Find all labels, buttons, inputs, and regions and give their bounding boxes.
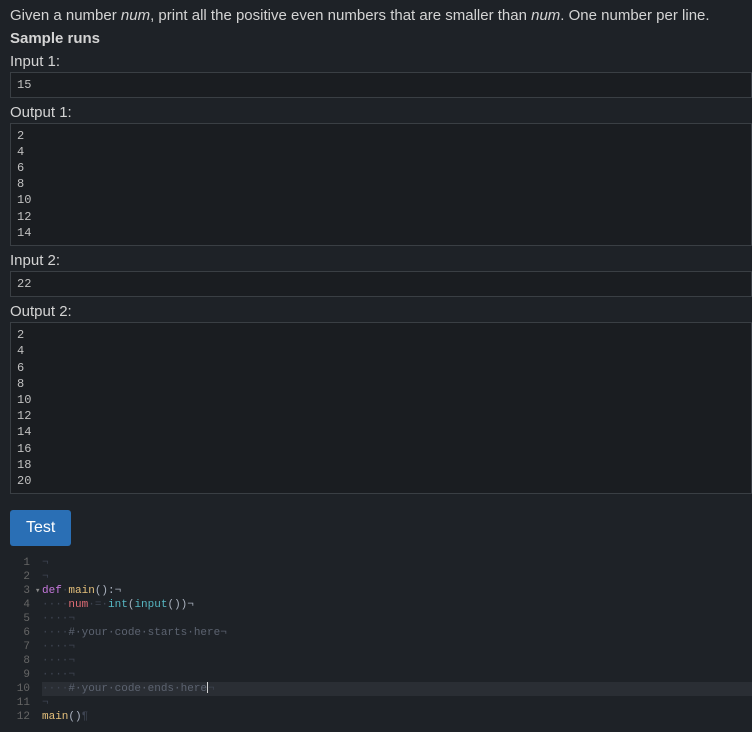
input-box: 15 [10, 72, 752, 98]
line-number: 10 [10, 682, 30, 696]
line-number: 7 [10, 640, 30, 654]
code-line[interactable]: ¬ [42, 570, 752, 584]
line-number: 11 [10, 696, 30, 710]
line-number: 5 [10, 612, 30, 626]
line-number: 3▾ [10, 584, 30, 598]
output-box: 2 4 6 8 10 12 14 16 18 20 [10, 322, 752, 494]
code-line[interactable]: ····¬ [42, 668, 752, 682]
line-number: 8 [10, 654, 30, 668]
output-box: 2 4 6 8 10 12 14 [10, 123, 752, 246]
code-line[interactable]: def·main():¬ [42, 584, 752, 598]
code-line[interactable]: ····num·=·int(input())¬ [42, 598, 752, 612]
desc-text: . One number per line. [560, 7, 709, 24]
code-line[interactable]: ····¬ [42, 612, 752, 626]
code-line[interactable]: ····¬ [42, 654, 752, 668]
input-label: Input 2: [10, 252, 752, 269]
output-label: Output 1: [10, 104, 752, 121]
desc-text: Given a number [10, 7, 121, 24]
problem-description: Given a number num, print all the positi… [10, 6, 752, 26]
code-line-active[interactable]: ····#·your·code·ends·here¬ [42, 682, 752, 696]
line-number: 4 [10, 598, 30, 612]
output-label: Output 2: [10, 303, 752, 320]
code-line[interactable]: ¬ [42, 556, 752, 570]
line-number-gutter: 1 2 3▾ 4 5 6 7 8 9 10 11 12 [10, 556, 36, 724]
line-number: 6 [10, 626, 30, 640]
line-number: 9 [10, 668, 30, 682]
input-label: Input 1: [10, 53, 752, 70]
sample-runs-title: Sample runs [10, 30, 752, 47]
desc-var: num [121, 7, 150, 24]
code-line[interactable]: ····¬ [42, 640, 752, 654]
line-number: 12 [10, 710, 30, 724]
code-line[interactable]: ¬ [42, 696, 752, 710]
code-line[interactable]: main()¶ [42, 710, 752, 724]
test-button[interactable]: Test [10, 510, 71, 546]
input-box: 22 [10, 271, 752, 297]
code-line[interactable]: ····#·your·code·starts·here¬ [42, 626, 752, 640]
code-editor[interactable]: 1 2 3▾ 4 5 6 7 8 9 10 11 12 ¬ ¬ def·main… [10, 554, 752, 724]
line-number: 2 [10, 570, 30, 584]
code-area[interactable]: ¬ ¬ def·main():¬ ····num·=·int(input())¬… [36, 556, 752, 724]
desc-text: , print all the positive even numbers th… [150, 7, 531, 24]
desc-var: num [531, 7, 560, 24]
line-number: 1 [10, 556, 30, 570]
